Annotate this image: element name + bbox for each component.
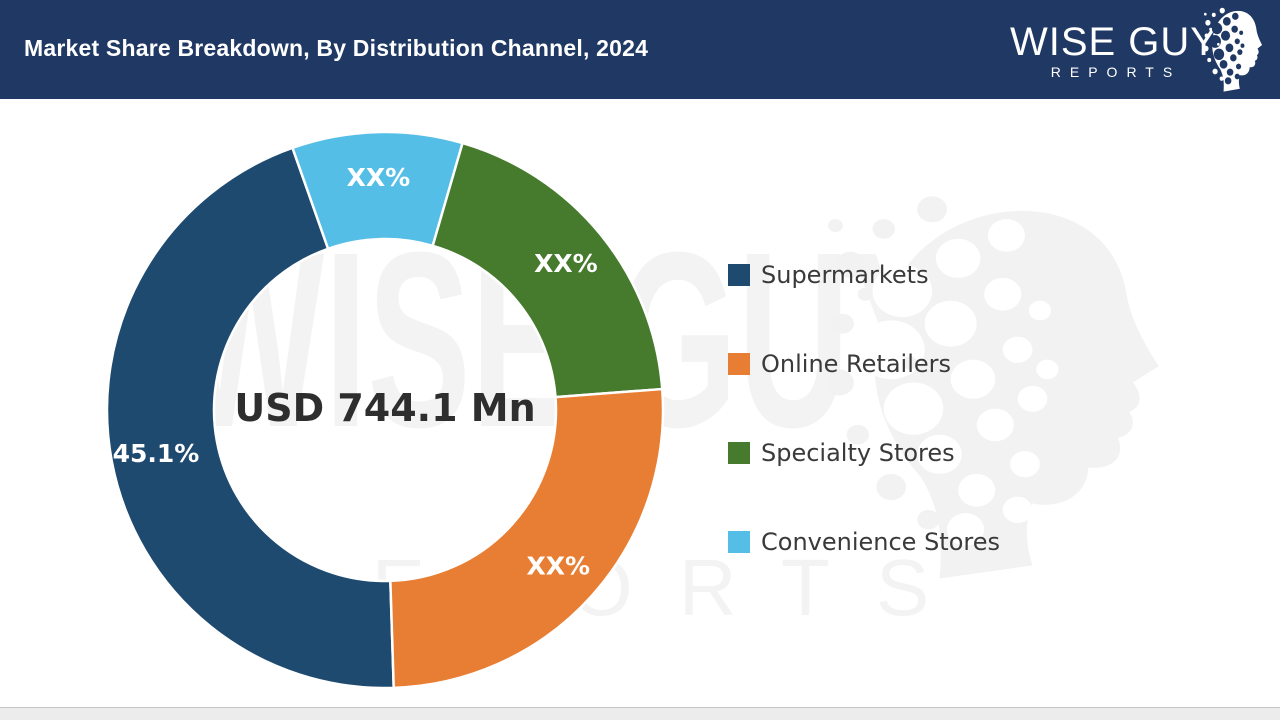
legend-swatch-supermarkets xyxy=(728,264,750,286)
legend-item-online-retailers: Online Retailers xyxy=(728,352,1000,376)
legend-label: Specialty Stores xyxy=(761,439,955,467)
page-title: Market Share Breakdown, By Distribution … xyxy=(24,35,649,61)
logo-head-profile-icon xyxy=(1204,7,1263,92)
logo-subtitle: REPORTS xyxy=(1050,63,1182,80)
legend-label: Convenience Stores xyxy=(761,528,1001,556)
chart-center-value: USD 744.1 Mn xyxy=(234,386,536,430)
bottom-divider-bar xyxy=(0,707,1280,720)
legend-item-supermarkets: Supermarkets xyxy=(728,263,1000,287)
chart-legend: Supermarkets Online Retailers Specialty … xyxy=(728,263,1000,619)
slice-value-label: XX% xyxy=(534,249,598,278)
legend-swatch-online-retailers xyxy=(728,353,750,375)
header-bar: Market Share Breakdown, By Distribution … xyxy=(0,0,1280,99)
slice-value-label: XX% xyxy=(527,552,591,581)
legend-label: Online Retailers xyxy=(761,350,951,378)
legend-item-specialty-stores: Specialty Stores xyxy=(728,441,1000,465)
legend-item-convenience-stores: Convenience Stores xyxy=(728,530,1000,554)
report-canvas: WISE GUY REPORTS 45.1% XX% XX% XX% USD 744.… xyxy=(0,0,1280,720)
legend-label: Supermarkets xyxy=(761,261,929,289)
logo-text: WISE GUY REPORTS xyxy=(1010,22,1218,79)
legend-swatch-specialty-stores xyxy=(728,442,750,464)
wise-guy-reports-logo: WISE GUY REPORTS xyxy=(1010,6,1264,94)
legend-swatch-convenience-stores xyxy=(728,531,750,553)
slice-value-label: XX% xyxy=(347,163,411,192)
logo-wordmark: WISE GUY xyxy=(1009,19,1218,64)
slice-value-label: 45.1% xyxy=(113,439,200,468)
